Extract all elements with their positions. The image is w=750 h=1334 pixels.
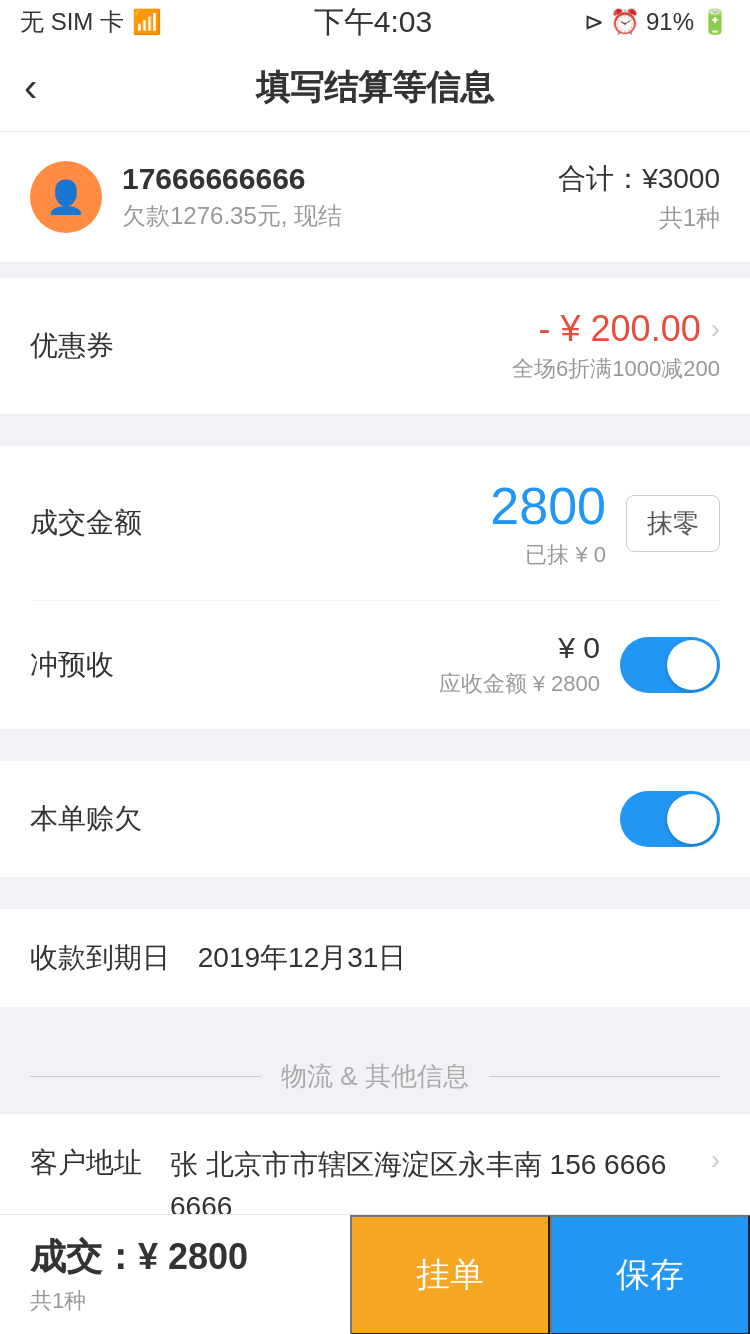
save-button[interactable]: 保存 xyxy=(550,1215,750,1335)
deal-amount-value: 2800 xyxy=(490,476,606,536)
debt-section: 本单赊欠 xyxy=(0,761,750,877)
coupon-row[interactable]: 优惠券 - ¥ 200.00 › 全场6折满1000减200 xyxy=(0,278,750,414)
deal-value-wrapper: 2800 已抹 ¥ 0 抹零 xyxy=(490,476,720,570)
avatar-icon: 👤 xyxy=(46,178,86,216)
address-chevron-icon: › xyxy=(711,1144,720,1176)
deal-amount-label: 成交金额 xyxy=(30,504,142,542)
hang-order-button[interactable]: 挂单 xyxy=(350,1215,550,1335)
sim-label: 无 SIM 卡 xyxy=(20,6,124,38)
customer-info: 17666666666 欠款1276.35元, 现结 xyxy=(122,162,342,232)
toggle-thumb xyxy=(667,640,717,690)
deal-amount-row: 成交金额 2800 已抹 ¥ 0 抹零 xyxy=(30,446,720,601)
customer-right: 合计：¥3000 共1种 xyxy=(558,160,720,234)
battery-icon: 🔋 xyxy=(700,8,730,36)
duedate-section: 收款到期日 2019年12月31日 xyxy=(0,909,750,1007)
customer-sub: 欠款1276.35元, 现结 xyxy=(122,200,342,232)
bottom-bar: 成交：¥ 2800 共1种 挂单 保存 xyxy=(0,1214,750,1334)
prepay-right: ¥ 0 应收金额 ¥ 2800 xyxy=(439,631,720,699)
prepay-label: 冲预收 xyxy=(30,646,114,684)
prepay-sub: 应收金额 ¥ 2800 xyxy=(439,669,600,699)
total-amount: 合计：¥3000 xyxy=(558,160,720,198)
prepay-info: ¥ 0 应收金额 ¥ 2800 xyxy=(439,631,600,699)
coupon-desc: 全场6折满1000减200 xyxy=(512,354,720,384)
coupon-section: 优惠券 - ¥ 200.00 › 全场6折满1000减200 xyxy=(0,278,750,414)
bottom-deal-amount: 成交：¥ 2800 xyxy=(30,1233,320,1282)
alarm-icon: ⏰ xyxy=(610,8,640,36)
debt-toggle-thumb xyxy=(667,794,717,844)
prepay-toggle[interactable] xyxy=(620,637,720,693)
round-zero-button[interactable]: 抹零 xyxy=(626,495,720,552)
nav-bar: ‹ 填写结算等信息 xyxy=(0,44,750,132)
logistics-divider: 物流 & 其他信息 xyxy=(0,1039,750,1114)
coupon-amount: - ¥ 200.00 xyxy=(539,308,701,350)
coupon-right: - ¥ 200.00 › 全场6折满1000减200 xyxy=(512,308,720,384)
bottom-deal-value: ¥ 2800 xyxy=(138,1236,248,1277)
customer-phone: 17666666666 xyxy=(122,162,342,196)
prepay-row: 冲预收 ¥ 0 应收金额 ¥ 2800 xyxy=(30,601,720,729)
bottom-deal-label: 成交： xyxy=(30,1236,138,1277)
avatar: 👤 xyxy=(30,161,102,233)
prepay-amount: ¥ 0 xyxy=(439,631,600,665)
customer-section: 👤 17666666666 欠款1276.35元, 现结 合计：¥3000 共1… xyxy=(0,132,750,262)
logistics-label: 物流 & 其他信息 xyxy=(281,1059,469,1094)
deal-amount-info: 2800 已抹 ¥ 0 xyxy=(490,476,606,570)
deal-amount-section: 成交金额 2800 已抹 ¥ 0 抹零 冲预收 ¥ 0 应收金额 ¥ 2800 xyxy=(0,446,750,729)
customer-row: 👤 17666666666 欠款1276.35元, 现结 合计：¥3000 共1… xyxy=(0,132,750,262)
debt-row: 本单赊欠 xyxy=(30,761,720,877)
location-icon: ⊳ xyxy=(584,8,604,36)
address-label: 客户地址 xyxy=(30,1144,150,1182)
customer-left: 👤 17666666666 欠款1276.35元, 现结 xyxy=(30,161,342,233)
bottom-count: 共1种 xyxy=(30,1286,320,1316)
deal-amount-sub: 已抹 ¥ 0 xyxy=(490,540,606,570)
duedate-value: 2019年12月31日 xyxy=(198,942,407,973)
duedate-label: 收款到期日 xyxy=(30,942,170,973)
battery-label: 91% xyxy=(646,8,694,36)
coupon-label: 优惠券 xyxy=(30,327,114,365)
total-count: 共1种 xyxy=(558,202,720,234)
debt-label: 本单赊欠 xyxy=(30,800,142,838)
status-left: 无 SIM 卡 📶 xyxy=(20,6,162,38)
status-right: ⊳ ⏰ 91% 🔋 xyxy=(584,8,730,36)
page-title: 填写结算等信息 xyxy=(256,65,494,111)
divider-line-left xyxy=(30,1076,261,1077)
status-time: 下午4:03 xyxy=(314,2,432,43)
debt-toggle[interactable] xyxy=(620,791,720,847)
status-bar: 无 SIM 卡 📶 下午4:03 ⊳ ⏰ 91% 🔋 xyxy=(0,0,750,44)
bottom-summary: 成交：¥ 2800 共1种 xyxy=(0,1233,350,1316)
divider-line-right xyxy=(489,1076,720,1077)
chevron-icon: › xyxy=(711,313,720,345)
back-button[interactable]: ‹ xyxy=(24,65,37,110)
wifi-icon: 📶 xyxy=(132,8,162,36)
